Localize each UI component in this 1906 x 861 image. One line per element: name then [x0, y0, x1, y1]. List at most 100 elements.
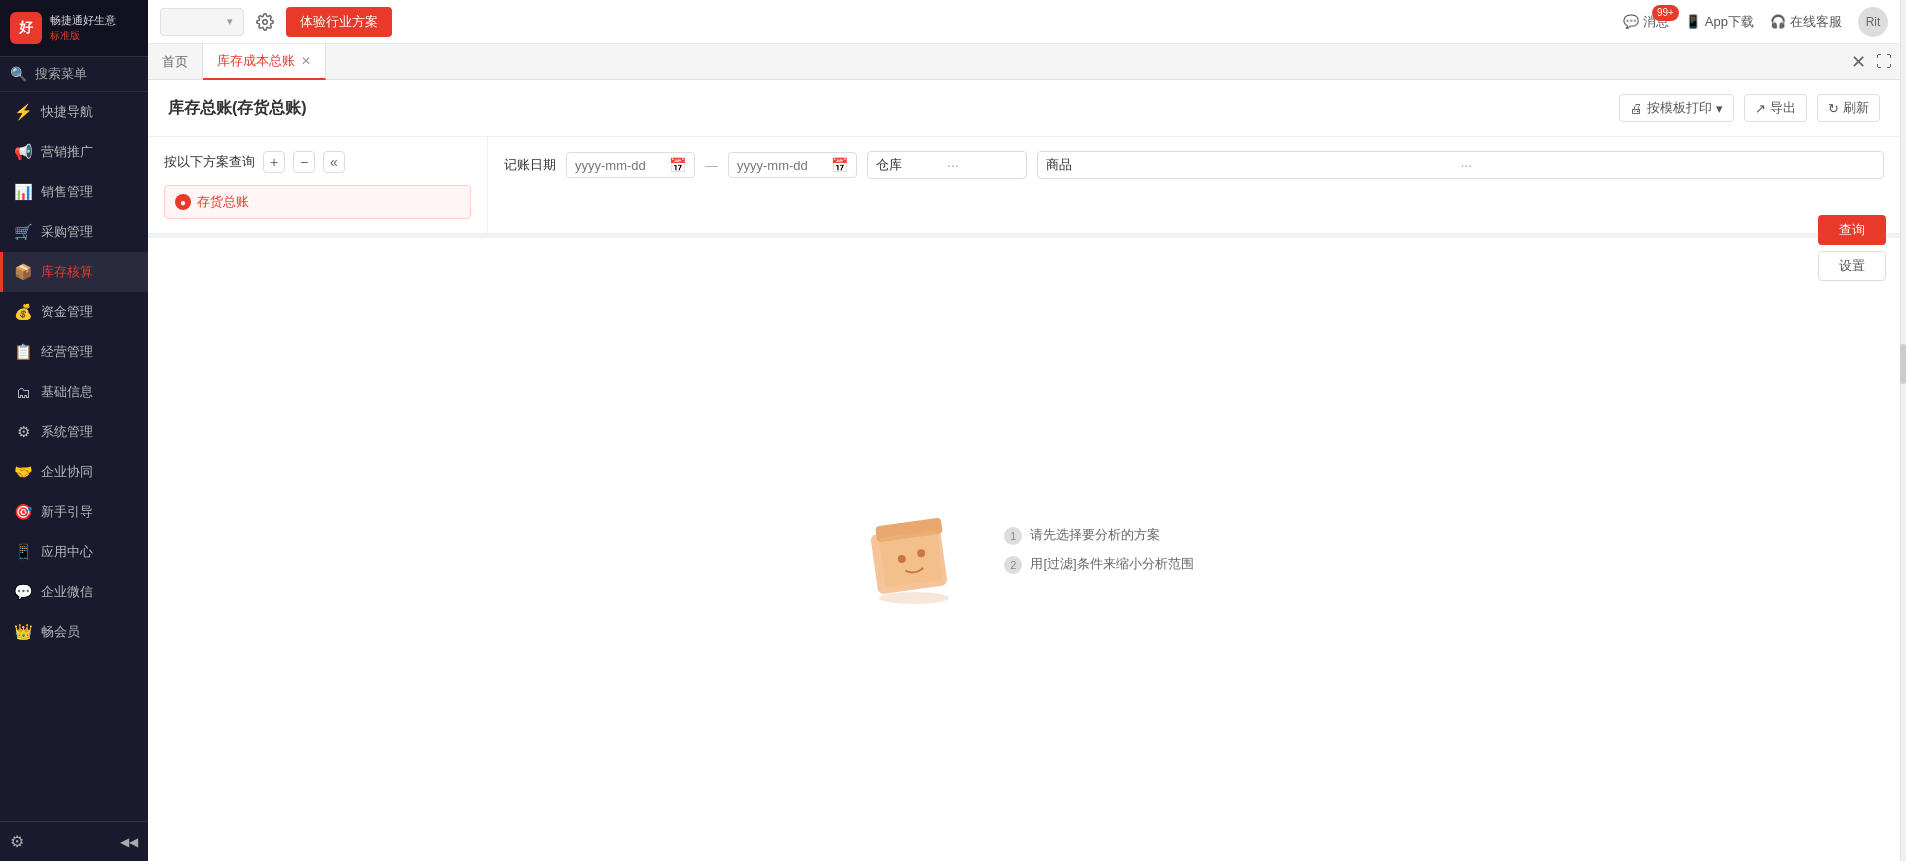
topbar-right: 💬 消息 99+ 📱 App下载 🎧 在线客服 Rit [1623, 7, 1888, 37]
print-icon: 🖨 [1630, 101, 1643, 116]
message-badge: 99+ [1652, 5, 1679, 21]
sidebar-item-label: 采购管理 [41, 223, 93, 241]
sidebar-item-label: 企业微信 [41, 583, 93, 601]
sidebar-item-quick-nav[interactable]: ⚡ 快捷导航 [0, 92, 148, 132]
refresh-icon: ↻ [1828, 101, 1839, 116]
goods-more-icon: ··· [1461, 157, 1876, 173]
empty-tip-2: 2 用[过滤]条件来缩小分析范围 [1004, 555, 1193, 574]
warehouse-filter[interactable]: 仓库 ··· [867, 151, 1027, 179]
sidebar-nav: ⚡ 快捷导航 📢 营销推广 📊 销售管理 🛒 采购管理 📦 库存核算 💰 资金管… [0, 92, 148, 821]
tab-home-label: 首页 [162, 53, 188, 71]
sidebar-item-system[interactable]: ⚙ 系统管理 [0, 412, 148, 452]
user-avatar[interactable]: Rit [1858, 7, 1888, 37]
panel-expand-icon[interactable]: ⛶ [1876, 53, 1892, 71]
sidebar-item-basic[interactable]: 🗂 基础信息 [0, 372, 148, 412]
filter-scheme-panel: 按以下方案查询 + − « ● 存货总账 [148, 137, 488, 233]
enterprise-icon: 🤝 [13, 463, 33, 481]
collapse-sidebar-icon[interactable]: ◀◀ [120, 835, 138, 849]
filter-section-label: 按以下方案查询 [164, 153, 255, 171]
goods-label: 商品 [1046, 156, 1461, 174]
sidebar-item-operations[interactable]: 📋 经营管理 [0, 332, 148, 372]
page-header: 库存总账(存货总账) 🖨 按模板打印 ▾ ↗ 导出 ↻ 刷新 [148, 80, 1900, 137]
empty-content: 1 请先选择要分析的方案 2 用[过滤]条件来缩小分析范围 [854, 490, 1193, 610]
tab-inventory-cost[interactable]: 库存成本总账 ✕ [203, 44, 326, 80]
tab-close-icon[interactable]: ✕ [301, 54, 311, 68]
warehouse-more-icon: ··· [947, 157, 1018, 173]
app-icon: 📱 [1685, 14, 1701, 29]
scheme-item-label: 存货总账 [197, 193, 249, 211]
sidebar-item-wechat[interactable]: 💬 企业微信 [0, 572, 148, 612]
right-edge-handle [1900, 344, 1906, 384]
sidebar-item-purchase[interactable]: 🛒 采购管理 [0, 212, 148, 252]
tab-home[interactable]: 首页 [148, 44, 203, 80]
topbar-left: ▾ 体验行业方案 [160, 7, 1615, 37]
sidebar-item-label: 新手引导 [41, 503, 93, 521]
tip-text-2: 用[过滤]条件来缩小分析范围 [1030, 555, 1193, 573]
sidebar-item-enterprise[interactable]: 🤝 企业协同 [0, 452, 148, 492]
filter-collapse-button[interactable]: « [323, 151, 345, 173]
sidebar: 好 畅捷通好生意 标准版 🔍 搜索菜单 ⚡ 快捷导航 📢 营销推广 📊 销售管理… [0, 0, 148, 861]
empty-illustration [854, 490, 974, 610]
filter-add-button[interactable]: + [263, 151, 285, 173]
date-separator: — [705, 158, 718, 173]
right-scroll-edge [1900, 0, 1906, 861]
calendar-end-icon[interactable]: 📅 [831, 157, 848, 173]
topbar-settings-button[interactable] [250, 7, 280, 37]
sidebar-item-newbie[interactable]: 🎯 新手引导 [0, 492, 148, 532]
headset-icon: 🎧 [1770, 14, 1786, 29]
goods-filter[interactable]: 商品 ··· [1037, 151, 1884, 179]
sidebar-item-finance[interactable]: 💰 资金管理 [0, 292, 148, 332]
refresh-button[interactable]: ↻ 刷新 [1817, 94, 1880, 122]
message-icon: 💬 [1623, 14, 1639, 29]
trial-industry-button[interactable]: 体验行业方案 [286, 7, 392, 37]
empty-tip-1: 1 请先选择要分析的方案 [1004, 526, 1193, 545]
date-end-field[interactable] [737, 158, 827, 173]
chevron-down-icon: ▾ [227, 15, 233, 28]
newbie-icon: 🎯 [13, 503, 33, 521]
sidebar-search[interactable]: 🔍 搜索菜单 [0, 57, 148, 92]
export-button[interactable]: ↗ 导出 [1744, 94, 1807, 122]
date-field-label: 记账日期 [504, 156, 556, 174]
sidebar-item-label: 经营管理 [41, 343, 93, 361]
sidebar-item-appstore[interactable]: 📱 应用中心 [0, 532, 148, 572]
export-label: 导出 [1770, 99, 1796, 117]
panel-close-button[interactable]: ✕ [1847, 47, 1870, 77]
sidebar-item-label: 企业协同 [41, 463, 93, 481]
filter-scheme-item[interactable]: ● 存货总账 [164, 185, 471, 219]
print-button[interactable]: 🖨 按模板打印 ▾ [1619, 94, 1734, 122]
date-start-field[interactable] [575, 158, 665, 173]
page-content: 库存总账(存货总账) 🖨 按模板打印 ▾ ↗ 导出 ↻ 刷新 [148, 80, 1900, 861]
settings-button[interactable]: 设置 [1818, 251, 1886, 281]
filter-remove-button[interactable]: − [293, 151, 315, 173]
filter-fields-panel: 记账日期 📅 — 📅 仓库 ··· [488, 137, 1900, 233]
print-dropdown-icon: ▾ [1716, 101, 1723, 116]
inventory-icon: 📦 [13, 263, 33, 281]
tip-number-2: 2 [1004, 556, 1022, 574]
app-download-button[interactable]: 📱 App下载 [1685, 13, 1754, 31]
wechat-icon: 💬 [13, 583, 33, 601]
page-header-actions: 🖨 按模板打印 ▾ ↗ 导出 ↻ 刷新 [1619, 94, 1880, 136]
empty-tips: 1 请先选择要分析的方案 2 用[过滤]条件来缩小分析范围 [1004, 526, 1193, 574]
message-button[interactable]: 💬 消息 99+ [1623, 13, 1669, 31]
date-end-input[interactable]: 📅 [728, 152, 857, 178]
sidebar-item-vip[interactable]: 👑 畅会员 [0, 612, 148, 652]
sidebar-item-label: 快捷导航 [41, 103, 93, 121]
calendar-start-icon[interactable]: 📅 [669, 157, 686, 173]
date-filter-row: 记账日期 📅 — 📅 [504, 152, 857, 178]
purchase-icon: 🛒 [13, 223, 33, 241]
scheme-selector[interactable]: ▾ [160, 8, 244, 36]
quick-nav-icon: ⚡ [13, 103, 33, 121]
query-button[interactable]: 查询 [1818, 215, 1886, 245]
date-start-input[interactable]: 📅 [566, 152, 695, 178]
sidebar-item-sales[interactable]: 📊 销售管理 [0, 172, 148, 212]
page-title: 库存总账(存货总账) [168, 98, 307, 133]
sidebar-item-label: 应用中心 [41, 543, 93, 561]
sidebar-item-label: 系统管理 [41, 423, 93, 441]
settings-footer-icon[interactable]: ⚙ [10, 832, 24, 851]
sidebar-item-inventory[interactable]: 📦 库存核算 [0, 252, 148, 292]
sidebar-search-label: 搜索菜单 [35, 65, 87, 83]
service-label: 在线客服 [1790, 13, 1842, 31]
sidebar-item-marketing[interactable]: 📢 营销推广 [0, 132, 148, 172]
online-service-button[interactable]: 🎧 在线客服 [1770, 13, 1842, 31]
tab-inventory-cost-label: 库存成本总账 [217, 52, 295, 70]
